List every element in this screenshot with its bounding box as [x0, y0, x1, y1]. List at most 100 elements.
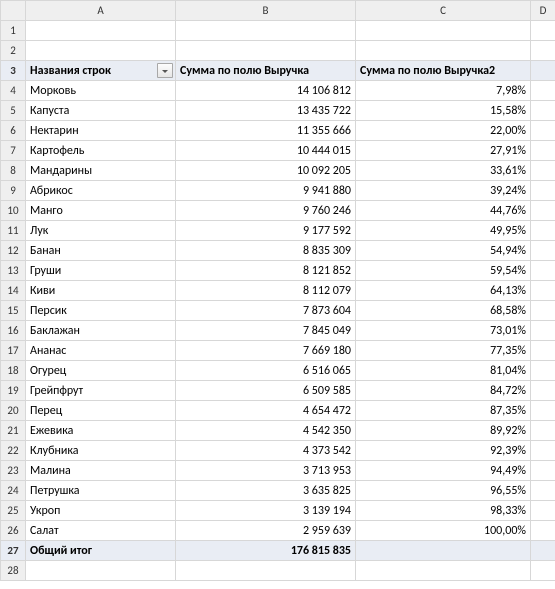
- cell[interactable]: [531, 141, 555, 161]
- revenue-value[interactable]: 4 654 472: [176, 401, 356, 421]
- percent-value[interactable]: 44,76%: [356, 201, 531, 221]
- col-header-b[interactable]: B: [176, 1, 356, 21]
- revenue-value[interactable]: 8 121 852: [176, 261, 356, 281]
- row-header-14[interactable]: 14: [1, 281, 26, 301]
- cell[interactable]: [356, 41, 531, 61]
- percent-value[interactable]: 84,72%: [356, 381, 531, 401]
- row-header-23[interactable]: 23: [1, 461, 26, 481]
- row-label[interactable]: Капуста: [26, 101, 176, 121]
- revenue-value[interactable]: 3 139 194: [176, 501, 356, 521]
- row-header-9[interactable]: 9: [1, 181, 26, 201]
- cell[interactable]: [531, 221, 555, 241]
- cell[interactable]: [531, 421, 555, 441]
- cell[interactable]: [26, 21, 176, 41]
- row-header-3[interactable]: 3: [1, 61, 26, 81]
- row-label[interactable]: Мандарины: [26, 161, 176, 181]
- select-all-corner[interactable]: [1, 1, 26, 21]
- percent-value[interactable]: 39,24%: [356, 181, 531, 201]
- row-header-28[interactable]: 28: [1, 561, 26, 581]
- row-label[interactable]: Манго: [26, 201, 176, 221]
- row-label[interactable]: Салат: [26, 521, 176, 541]
- percent-value[interactable]: 64,13%: [356, 281, 531, 301]
- revenue-value[interactable]: 10 444 015: [176, 141, 356, 161]
- cell[interactable]: [531, 561, 555, 581]
- row-header-5[interactable]: 5: [1, 101, 26, 121]
- cell[interactable]: [531, 101, 555, 121]
- percent-value[interactable]: 59,54%: [356, 261, 531, 281]
- percent-value[interactable]: 68,58%: [356, 301, 531, 321]
- row-header-24[interactable]: 24: [1, 481, 26, 501]
- percent-value[interactable]: 7,98%: [356, 81, 531, 101]
- row-label[interactable]: Ананас: [26, 341, 176, 361]
- row-label[interactable]: Лук: [26, 221, 176, 241]
- row-label[interactable]: Малина: [26, 461, 176, 481]
- row-label[interactable]: Клубника: [26, 441, 176, 461]
- percent-value[interactable]: 15,58%: [356, 101, 531, 121]
- cell[interactable]: [531, 441, 555, 461]
- row-label[interactable]: Грейпфрут: [26, 381, 176, 401]
- cell[interactable]: [356, 21, 531, 41]
- revenue-value[interactable]: 7 845 049: [176, 321, 356, 341]
- col-header-a[interactable]: A: [26, 1, 176, 21]
- row-header-26[interactable]: 26: [1, 521, 26, 541]
- revenue-value[interactable]: 8 835 309: [176, 241, 356, 261]
- cell[interactable]: [531, 321, 555, 341]
- row-header-20[interactable]: 20: [1, 401, 26, 421]
- percent-value[interactable]: 73,01%: [356, 321, 531, 341]
- percent-value[interactable]: 22,00%: [356, 121, 531, 141]
- percent-value[interactable]: 96,55%: [356, 481, 531, 501]
- cell[interactable]: [531, 241, 555, 261]
- cell[interactable]: [531, 381, 555, 401]
- revenue-value[interactable]: 2 959 639: [176, 521, 356, 541]
- cell[interactable]: [531, 501, 555, 521]
- pivot-row-labels-header[interactable]: Названия строк: [26, 61, 176, 81]
- row-label[interactable]: Банан: [26, 241, 176, 261]
- cell[interactable]: [531, 61, 555, 81]
- row-label[interactable]: Морковь: [26, 81, 176, 101]
- percent-value[interactable]: 100,00%: [356, 521, 531, 541]
- revenue-value[interactable]: 6 516 065: [176, 361, 356, 381]
- revenue-value[interactable]: 3 635 825: [176, 481, 356, 501]
- cell[interactable]: [176, 41, 356, 61]
- cell[interactable]: [531, 401, 555, 421]
- row-label[interactable]: Картофель: [26, 141, 176, 161]
- revenue-value[interactable]: 6 509 585: [176, 381, 356, 401]
- grand-total-percent[interactable]: [356, 541, 531, 561]
- row-header-27[interactable]: 27: [1, 541, 26, 561]
- revenue-value[interactable]: 13 435 722: [176, 101, 356, 121]
- cell[interactable]: [531, 261, 555, 281]
- row-header-4[interactable]: 4: [1, 81, 26, 101]
- row-label[interactable]: Ежевика: [26, 421, 176, 441]
- cell[interactable]: [531, 81, 555, 101]
- cell[interactable]: [531, 541, 555, 561]
- revenue-value[interactable]: 11 355 666: [176, 121, 356, 141]
- row-label[interactable]: Персик: [26, 301, 176, 321]
- row-label[interactable]: Перец: [26, 401, 176, 421]
- row-header-17[interactable]: 17: [1, 341, 26, 361]
- cell[interactable]: [531, 121, 555, 141]
- grand-total-revenue[interactable]: 176 815 835: [176, 541, 356, 561]
- row-header-1[interactable]: 1: [1, 21, 26, 41]
- cell[interactable]: [531, 361, 555, 381]
- percent-value[interactable]: 87,35%: [356, 401, 531, 421]
- percent-value[interactable]: 54,94%: [356, 241, 531, 261]
- col-header-d[interactable]: D: [531, 1, 555, 21]
- spreadsheet-grid[interactable]: A B C D 12 3 Названия строк Сумма по пол…: [0, 0, 555, 581]
- cell[interactable]: [176, 561, 356, 581]
- row-header-16[interactable]: 16: [1, 321, 26, 341]
- percent-value[interactable]: 27,91%: [356, 141, 531, 161]
- row-label[interactable]: Огурец: [26, 361, 176, 381]
- cell[interactable]: [356, 561, 531, 581]
- percent-value[interactable]: 92,39%: [356, 441, 531, 461]
- row-header-6[interactable]: 6: [1, 121, 26, 141]
- cell[interactable]: [531, 341, 555, 361]
- percent-value[interactable]: 94,49%: [356, 461, 531, 481]
- grand-total-label[interactable]: Общий итог: [26, 541, 176, 561]
- row-label[interactable]: Укроп: [26, 501, 176, 521]
- revenue-value[interactable]: 4 373 542: [176, 441, 356, 461]
- row-header-8[interactable]: 8: [1, 161, 26, 181]
- row-header-19[interactable]: 19: [1, 381, 26, 401]
- percent-value[interactable]: 98,33%: [356, 501, 531, 521]
- row-label[interactable]: Петрушка: [26, 481, 176, 501]
- revenue-value[interactable]: 9 177 592: [176, 221, 356, 241]
